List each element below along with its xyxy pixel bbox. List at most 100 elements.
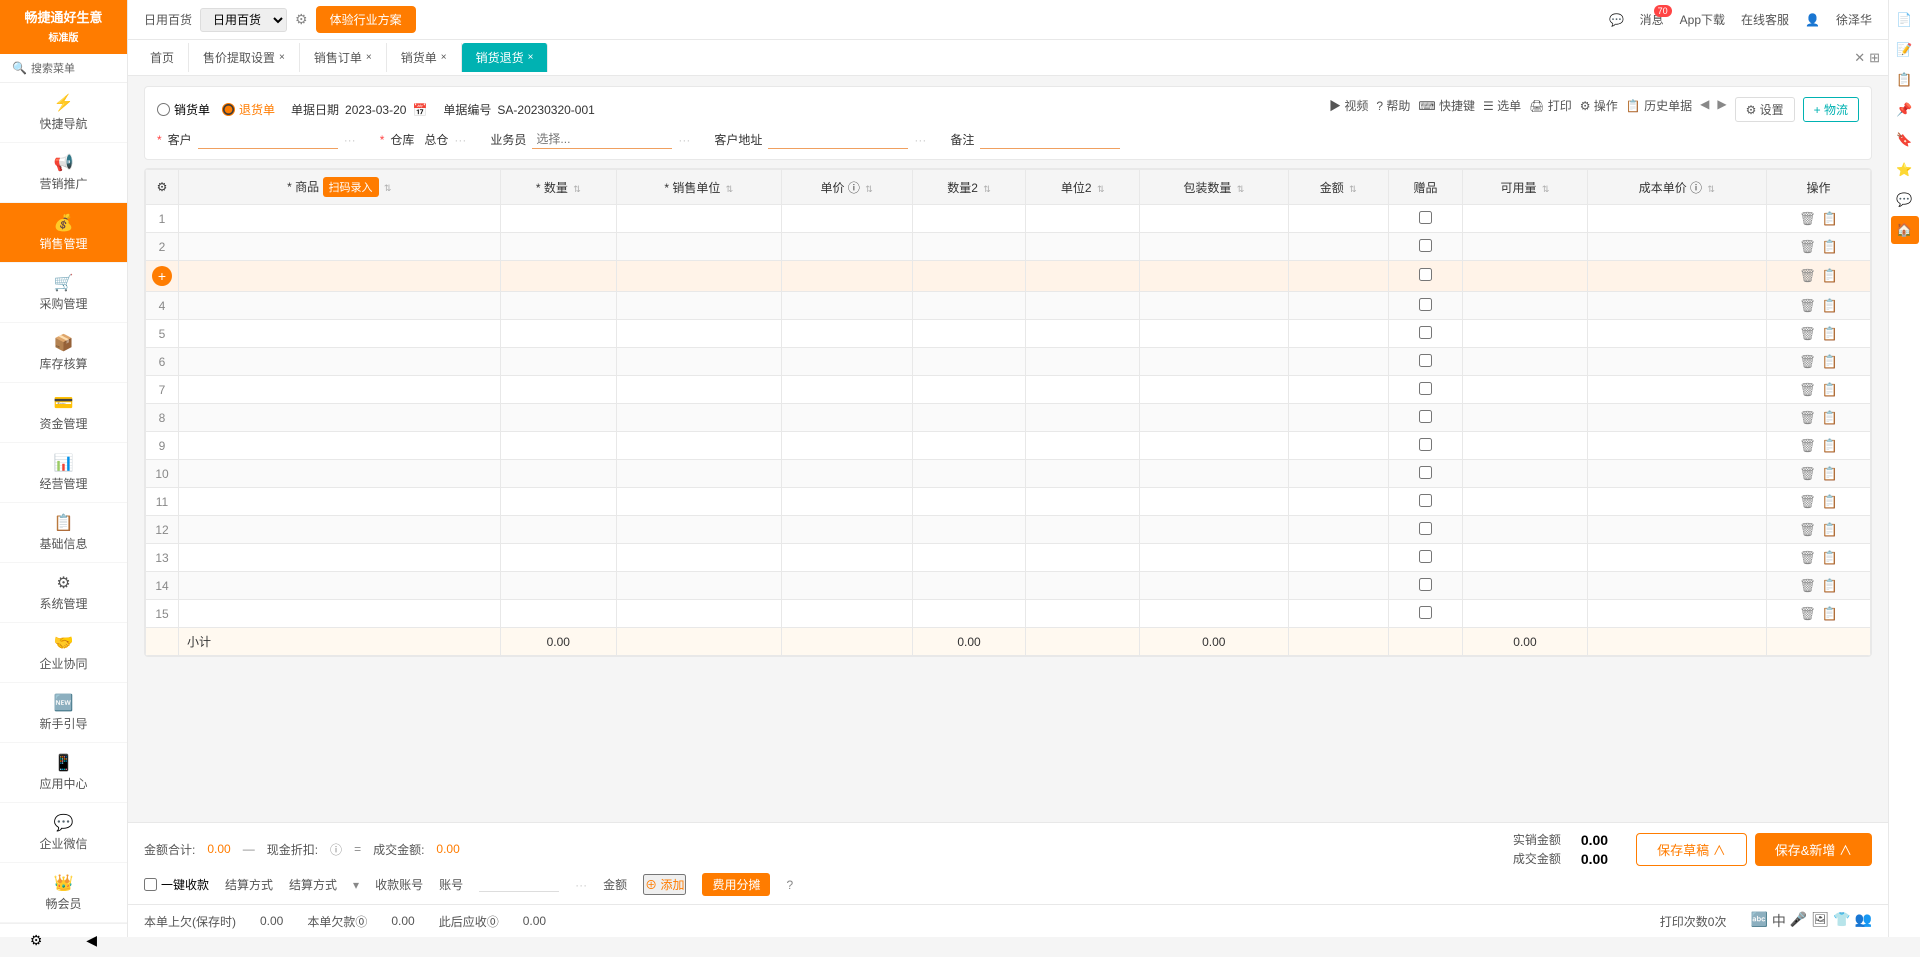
copy-icon[interactable]: 📋	[1822, 326, 1838, 342]
unit2-cell[interactable]	[1026, 460, 1140, 488]
copy-icon[interactable]: 📋	[1822, 410, 1838, 426]
cost-price-cell[interactable]	[1587, 404, 1766, 432]
available-cell[interactable]	[1463, 292, 1587, 320]
collapse-icon[interactable]: ◀	[86, 932, 97, 949]
pack-qty-cell[interactable]	[1140, 404, 1289, 432]
product-cell[interactable]	[179, 572, 501, 600]
sales-unit-cell[interactable]	[616, 205, 781, 233]
close-all-icon[interactable]: ✕	[1854, 50, 1865, 66]
pack-qty-cell[interactable]	[1140, 233, 1289, 261]
available-cell[interactable]	[1463, 600, 1587, 628]
copy-icon[interactable]: 📋	[1822, 578, 1838, 594]
copy-icon[interactable]: 📋	[1822, 550, 1838, 566]
qty-cell[interactable]	[500, 320, 616, 348]
sales-unit-cell[interactable]	[616, 292, 781, 320]
col-gear[interactable]: ⚙	[146, 170, 179, 205]
qty-cell[interactable]	[500, 292, 616, 320]
amount-cell[interactable]	[1288, 488, 1388, 516]
available-cell[interactable]	[1463, 572, 1587, 600]
qty-cell[interactable]	[500, 376, 616, 404]
unit-price-cell[interactable]	[781, 432, 912, 460]
available-cell[interactable]	[1463, 233, 1587, 261]
qty-cell[interactable]	[500, 544, 616, 572]
qty-cell[interactable]	[500, 261, 616, 292]
available-cell[interactable]	[1463, 488, 1587, 516]
qty-cell[interactable]	[500, 233, 616, 261]
unit-price-cell[interactable]	[781, 460, 912, 488]
one-click-pay-checkbox[interactable]: 一键收款	[144, 876, 209, 893]
pack-qty-cell[interactable]	[1140, 460, 1289, 488]
address-input[interactable]	[768, 130, 908, 149]
sales-unit-cell[interactable]	[616, 516, 781, 544]
next-icon[interactable]: ▶	[1717, 97, 1726, 122]
unit2-cell[interactable]	[1026, 432, 1140, 460]
sidebar-item-basic[interactable]: 📋 基础信息	[0, 503, 127, 563]
amount-cell[interactable]	[1288, 516, 1388, 544]
amount-cell[interactable]	[1288, 261, 1388, 292]
qty-cell[interactable]	[500, 432, 616, 460]
delete-icon[interactable]: 🗑	[1799, 239, 1816, 255]
sales-unit-cell[interactable]	[616, 261, 781, 292]
qty2-cell[interactable]	[912, 292, 1026, 320]
qty2-cell[interactable]	[912, 572, 1026, 600]
unit-price-cell[interactable]	[781, 292, 912, 320]
radio-sales-bill[interactable]: 销货单	[157, 101, 210, 118]
unit2-cell[interactable]	[1026, 205, 1140, 233]
amount-cell[interactable]	[1288, 320, 1388, 348]
pack-qty-cell[interactable]	[1140, 205, 1289, 233]
save-new-btn[interactable]: 保存&新增 ∧	[1755, 833, 1872, 866]
add-btn[interactable]: ⊕ 添加	[643, 874, 686, 895]
product-cell[interactable]	[179, 205, 501, 233]
delete-icon[interactable]: 🗑	[1799, 382, 1816, 398]
search-menu-item[interactable]: 🔍 搜索菜单	[0, 54, 127, 83]
unit2-cell[interactable]	[1026, 404, 1140, 432]
sidebar-item-system[interactable]: ⚙ 系统管理	[0, 563, 127, 623]
unit2-cell[interactable]	[1026, 600, 1140, 628]
pack-qty-cell[interactable]	[1140, 292, 1289, 320]
pack-qty-cell[interactable]	[1140, 544, 1289, 572]
amount-cell[interactable]	[1288, 404, 1388, 432]
prev-icon[interactable]: ◀	[1700, 97, 1709, 122]
cost-price-cell[interactable]	[1587, 516, 1766, 544]
cost-price-cell[interactable]	[1587, 432, 1766, 460]
unit-price-cell[interactable]	[781, 516, 912, 544]
operate-btn[interactable]: ⚙ 操作	[1580, 97, 1618, 122]
product-cell[interactable]	[179, 600, 501, 628]
delete-icon[interactable]: 🗑	[1799, 578, 1816, 594]
cost-price-cell[interactable]	[1587, 292, 1766, 320]
staff-dots[interactable]: ···	[678, 133, 690, 147]
pack-qty-cell[interactable]	[1140, 516, 1289, 544]
unit2-cell[interactable]	[1026, 516, 1140, 544]
right-icon-4[interactable]: 📌	[1891, 96, 1919, 124]
right-icon-3[interactable]: 📋	[1891, 66, 1919, 94]
pack-qty-cell[interactable]	[1140, 320, 1289, 348]
tab-sales-return-close[interactable]: ×	[528, 52, 534, 63]
right-icon-6[interactable]: ⭐	[1891, 156, 1919, 184]
sidebar-item-sales[interactable]: 💰 销售管理	[0, 203, 127, 263]
unit-price-cell[interactable]	[781, 320, 912, 348]
product-cell[interactable]	[179, 320, 501, 348]
unit2-cell[interactable]	[1026, 261, 1140, 292]
unit2-cell[interactable]	[1026, 488, 1140, 516]
sidebar-item-member[interactable]: 👑 畅会员	[0, 863, 127, 923]
people-icon[interactable]: 👥	[1855, 911, 1872, 931]
img-icon[interactable]: 🖼	[1811, 911, 1829, 931]
pack-qty-cell[interactable]	[1140, 488, 1289, 516]
cost-price-cell[interactable]	[1587, 600, 1766, 628]
unit2-cell[interactable]	[1026, 376, 1140, 404]
qty2-cell[interactable]	[912, 261, 1026, 292]
cost-price-cell[interactable]	[1587, 205, 1766, 233]
unit-price-cell[interactable]	[781, 348, 912, 376]
help-btn[interactable]: ? 帮助	[1376, 97, 1410, 122]
staff-input[interactable]	[532, 130, 672, 149]
tab-price-setting[interactable]: 售价提取设置 ×	[189, 43, 300, 72]
video-btn[interactable]: ▶ 视频	[1329, 97, 1368, 122]
delete-icon[interactable]: 🗑	[1799, 466, 1816, 482]
cost-price-cell[interactable]	[1587, 376, 1766, 404]
cost-price-cell[interactable]	[1587, 261, 1766, 292]
right-icon-5[interactable]: 🔖	[1891, 126, 1919, 154]
product-cell[interactable]	[179, 261, 501, 292]
account-dots[interactable]: ···	[575, 878, 587, 892]
qty2-cell[interactable]	[912, 432, 1026, 460]
settlement-select[interactable]: 结算方式	[225, 876, 273, 893]
